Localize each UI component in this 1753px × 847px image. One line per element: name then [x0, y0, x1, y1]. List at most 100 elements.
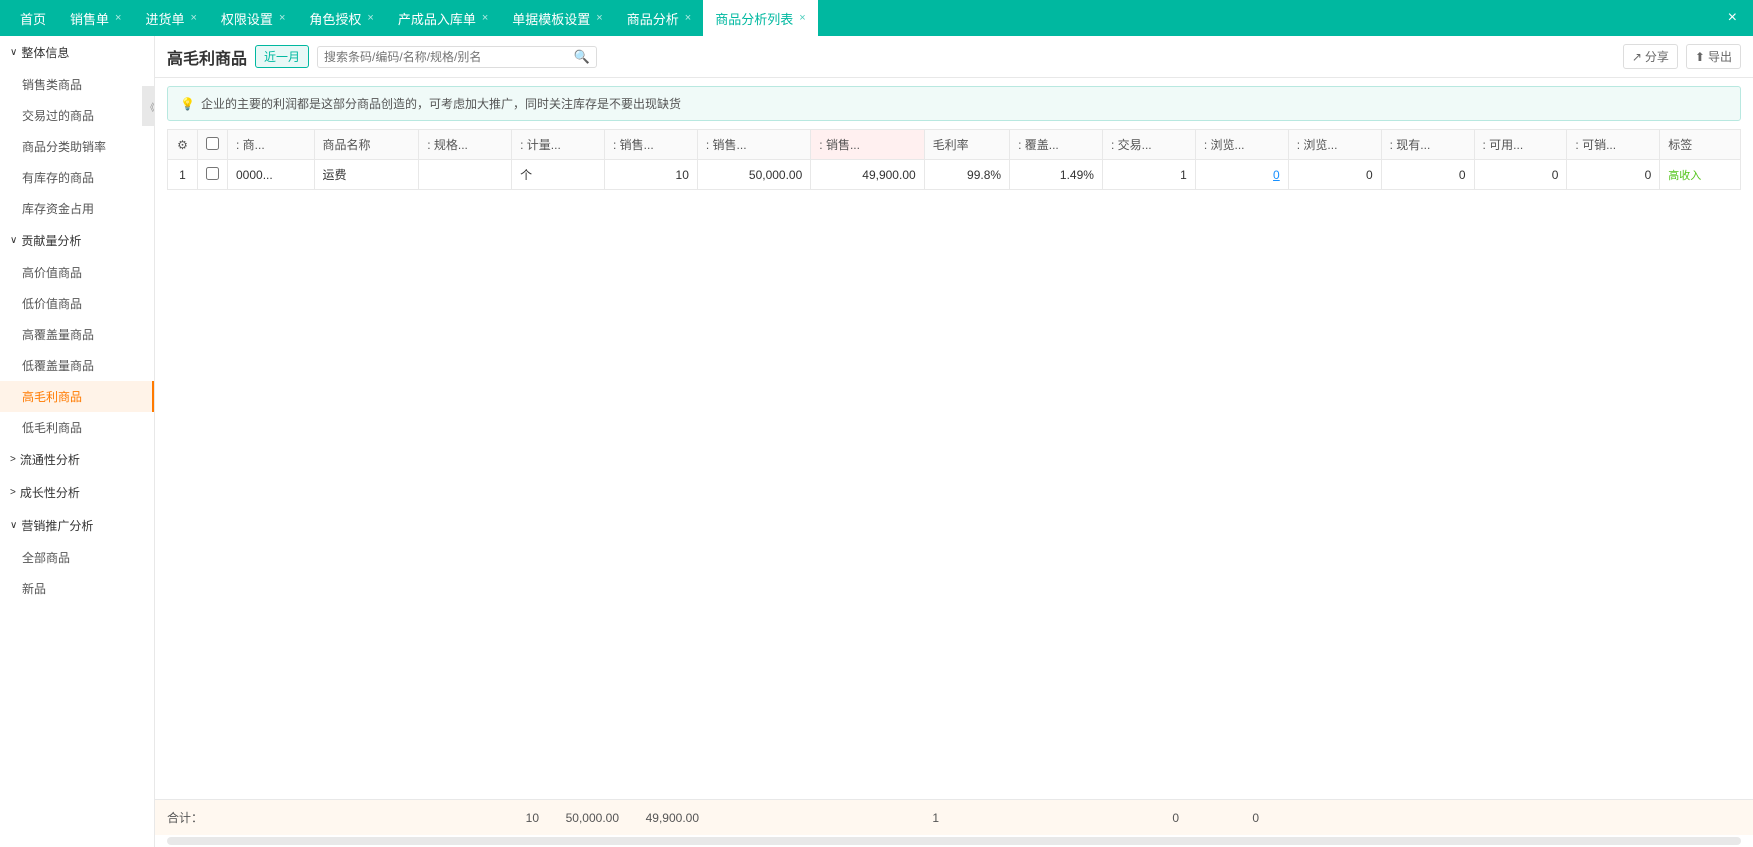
table-row: 1 0000... 运费 个 10 50,000.00 49,900.00 99… [168, 160, 1741, 190]
nav-product-analysis-list[interactable]: 商品分析列表 × [703, 0, 817, 36]
footer-sales-qty: 10 [467, 811, 547, 825]
search-box: 🔍 [317, 46, 597, 68]
sidebar-item-traded-products[interactable]: 交易过的商品 [0, 100, 154, 131]
close-icon[interactable]: × [190, 12, 196, 24]
th-checkbox[interactable] [198, 130, 228, 160]
sidebar-section-marketing[interactable]: ∨ 营销推广分析 [0, 509, 154, 542]
nav-role-auth[interactable]: 角色授权 × [297, 0, 385, 36]
footer-sales-amt: 50,000.00 [547, 811, 627, 825]
filter-recent-month-button[interactable]: 近一月 [255, 45, 309, 68]
footer-label: 合计： [167, 809, 467, 826]
row-tag: 高收入 [1660, 160, 1741, 190]
th-coverage[interactable]: : 覆盖... [1010, 130, 1103, 160]
th-sales-cost[interactable]: : 销售... [811, 130, 924, 160]
row-name: 运费 [314, 160, 419, 190]
row-index: 1 [168, 160, 198, 190]
row-current: 0 [1381, 160, 1474, 190]
sidebar-item-category-sales-rate[interactable]: 商品分类助销率 [0, 131, 154, 162]
th-unit[interactable]: : 计量... [512, 130, 605, 160]
info-icon: 💡 [180, 97, 195, 111]
th-code[interactable]: : 商... [228, 130, 315, 160]
nav-product-analysis[interactable]: 商品分析 × [615, 0, 703, 36]
content-header: 高毛利商品 近一月 🔍 ↗ 分享 ⬆ 导出 [155, 36, 1753, 78]
sidebar-item-low-coverage[interactable]: 低覆盖量商品 [0, 350, 154, 381]
footer-trade: 1 [867, 811, 947, 825]
row-sales-amt: 50,000.00 [697, 160, 810, 190]
th-current[interactable]: : 现有... [1381, 130, 1474, 160]
chevron-down-icon: ∨ [10, 235, 17, 246]
row-gross-rate: 99.8% [924, 160, 1009, 190]
row-trade: 1 [1102, 160, 1195, 190]
close-icon[interactable]: × [482, 12, 488, 24]
nav-permission-settings[interactable]: 权限设置 × [209, 0, 297, 36]
sidebar-item-all-products[interactable]: 全部商品 [0, 542, 154, 573]
content-area: 高毛利商品 近一月 🔍 ↗ 分享 ⬆ 导出 💡 企业的主要的利润都是这部分商品创… [155, 36, 1753, 847]
nav-home[interactable]: 首页 [8, 0, 58, 36]
sidebar-item-low-value[interactable]: 低价值商品 [0, 288, 154, 319]
sidebar-section-contribution[interactable]: ∨ 贡献量分析 [0, 224, 154, 257]
row-sales-qty: 10 [605, 160, 698, 190]
close-icon[interactable]: × [279, 12, 285, 24]
row-saleable: 0 [1567, 160, 1660, 190]
search-icon[interactable]: 🔍 [574, 49, 590, 65]
chevron-down-icon: ∨ [10, 47, 17, 58]
sidebar-item-new-products[interactable]: 新品 [0, 573, 154, 604]
nav-sales-order[interactable]: 销售单 × [58, 0, 133, 36]
th-tag[interactable]: 标签 [1660, 130, 1741, 160]
th-browse1[interactable]: : 浏览... [1195, 130, 1288, 160]
sidebar-section-overall[interactable]: ∨ 整体信息 [0, 36, 154, 69]
th-name[interactable]: 商品名称 [314, 130, 419, 160]
sidebar-collapse-button[interactable]: 《 [142, 86, 155, 126]
row-browse1[interactable]: 0 [1195, 160, 1288, 190]
close-icon[interactable]: × [367, 12, 373, 24]
data-table: ⚙ : 商... 商品名称 : 规格... [167, 129, 1741, 190]
sidebar-section-circulation[interactable]: > 流通性分析 [0, 443, 154, 476]
row-select-checkbox[interactable] [206, 167, 219, 180]
close-icon[interactable]: × [596, 12, 602, 24]
select-all-checkbox[interactable] [206, 137, 219, 150]
top-navigation: 首页 销售单 × 进货单 × 权限设置 × 角色授权 × 产成品入库单 × 单据… [0, 0, 1753, 36]
row-checkbox[interactable] [198, 160, 228, 190]
th-gross-rate[interactable]: 毛利率 [924, 130, 1009, 160]
row-coverage: 1.49% [1010, 160, 1103, 190]
row-spec [419, 160, 512, 190]
close-icon[interactable]: × [115, 12, 121, 24]
sidebar-item-low-margin[interactable]: 低毛利商品 [0, 412, 154, 443]
th-sales-amt[interactable]: : 销售... [697, 130, 810, 160]
sidebar-item-high-value[interactable]: 高价值商品 [0, 257, 154, 288]
footer-available: 0 [1187, 811, 1267, 825]
footer-current: 0 [1107, 811, 1187, 825]
main-layout: 《 ∨ 整体信息 销售类商品 交易过的商品 商品分类助销率 有库存的商品 库存资… [0, 36, 1753, 847]
close-icon[interactable]: × [799, 12, 805, 24]
row-code: 0000... [228, 160, 315, 190]
footer-cells: 10 50,000.00 49,900.00 1 0 0 [467, 811, 1741, 825]
table-container: ⚙ : 商... 商品名称 : 规格... [155, 129, 1753, 799]
info-banner: 💡 企业的主要的利润都是这部分商品创造的，可考虑加大推广，同时关注库存是不要出现… [167, 86, 1741, 121]
th-trade[interactable]: : 交易... [1102, 130, 1195, 160]
sidebar-item-high-margin[interactable]: 高毛利商品 [0, 381, 154, 412]
sidebar-item-inventory-capital[interactable]: 库存资金占用 [0, 193, 154, 224]
row-unit: 个 [512, 160, 605, 190]
close-icon[interactable]: × [685, 12, 691, 24]
search-input[interactable] [324, 50, 574, 64]
th-saleable[interactable]: : 可销... [1567, 130, 1660, 160]
th-sales-qty[interactable]: : 销售... [605, 130, 698, 160]
sidebar-section-growth[interactable]: > 成长性分析 [0, 476, 154, 509]
close-all-button[interactable]: × [1720, 9, 1745, 27]
sidebar-item-sales-products[interactable]: 销售类商品 [0, 69, 154, 100]
nav-template-settings[interactable]: 单据模板设置 × [500, 0, 614, 36]
row-browse2: 0 [1288, 160, 1381, 190]
export-icon: ⬆ [1695, 50, 1705, 64]
nav-product-inbound[interactable]: 产成品入库单 × [386, 0, 500, 36]
sidebar-item-high-coverage[interactable]: 高覆盖量商品 [0, 319, 154, 350]
row-available: 0 [1474, 160, 1567, 190]
th-settings[interactable]: ⚙ [168, 130, 198, 160]
th-spec[interactable]: : 规格... [419, 130, 512, 160]
export-button[interactable]: ⬆ 导出 [1686, 44, 1741, 69]
th-browse2[interactable]: : 浏览... [1288, 130, 1381, 160]
nav-purchase-order[interactable]: 进货单 × [133, 0, 208, 36]
share-button[interactable]: ↗ 分享 [1623, 44, 1678, 69]
horizontal-scrollbar[interactable] [167, 837, 1741, 845]
th-available[interactable]: : 可用... [1474, 130, 1567, 160]
sidebar-item-in-stock[interactable]: 有库存的商品 [0, 162, 154, 193]
